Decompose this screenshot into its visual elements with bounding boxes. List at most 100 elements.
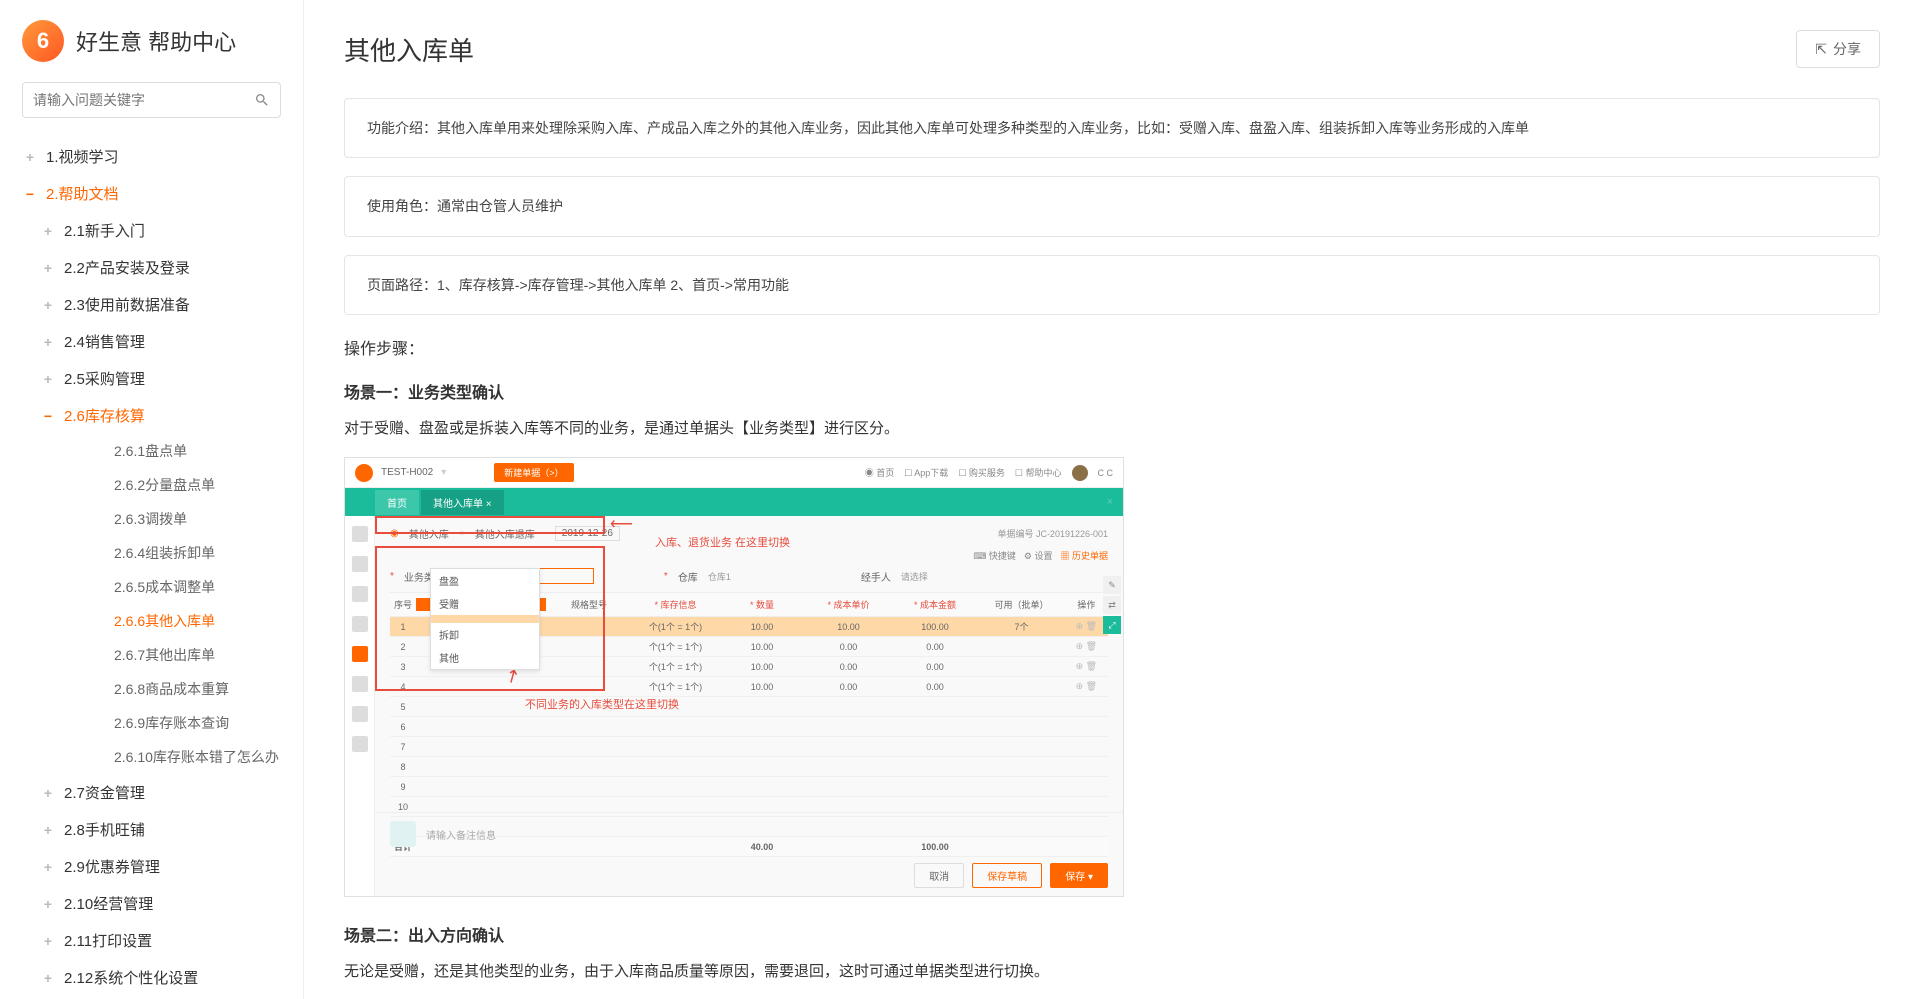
ss-avatar-icon — [1072, 465, 1088, 481]
ss-annotation-1: 入库、退货业务 在这里切换 — [655, 534, 790, 550]
ss-left-toolbar — [345, 516, 375, 896]
ss-logo-icon — [355, 464, 373, 482]
ss-lefticon-8 — [352, 736, 368, 752]
ss-tool-hotkey: ⌨ 快捷键 — [973, 549, 1016, 562]
share-icon: ⇱ — [1815, 41, 1827, 58]
scene2-text1: 无论是受赠，还是其他类型的业务，由于入库商品质量等原因，需要退回，这时可通过单据… — [344, 958, 1880, 985]
ss-remark-icon — [390, 821, 416, 847]
logo-area: 6 好生意 帮助中心 — [0, 20, 303, 82]
path-label: 页面路径： — [367, 277, 437, 293]
ss-th-amt: 成本金额 — [920, 600, 956, 610]
scene1-title: 场景一：业务类型确认 — [344, 379, 1880, 403]
ss-lefticon-1 — [352, 526, 368, 542]
ss-row-7: 7 — [390, 737, 1108, 757]
nav-2-6-10[interactable]: 2.6.10库存账本错了怎么办 — [54, 740, 303, 774]
logo-icon: 6 — [22, 20, 64, 62]
embedded-screenshot: TEST-H002 ▾ 新建单据（>） ◉ 首页 ☐ App下载 ☐ 购买服务 … — [344, 457, 1124, 897]
nav-2-6-8[interactable]: 2.6.8商品成本重算 — [54, 672, 303, 706]
ss-lefticon-3 — [352, 586, 368, 602]
ss-rbtn-3: ⤢ — [1103, 616, 1121, 634]
ss-username: C C — [1098, 468, 1114, 478]
ss-test-label: TEST-H002 — [381, 467, 433, 478]
ss-new-button: 新建单据（>） — [494, 463, 573, 482]
page-title: 其他入库单 — [344, 31, 474, 68]
nav-2-5[interactable]: +2.5采购管理 — [18, 360, 303, 397]
search-input[interactable] — [33, 92, 254, 108]
role-label: 使用角色： — [367, 198, 437, 214]
ss-dd-2: 受赠 — [431, 592, 539, 615]
ss-th-qty: 数量 — [756, 600, 774, 610]
scene1-text: 对于受赠、盘盈或是拆装入库等不同的业务，是通过单据头【业务类型】进行区分。 — [344, 415, 1880, 442]
ss-remark-placeholder: 请输入备注信息 — [426, 827, 496, 842]
scene2-title: 场景二：出入方向确认 — [344, 922, 1880, 946]
nav-2-2[interactable]: +2.2产品安装及登录 — [18, 249, 303, 286]
ss-lefticon-4 — [352, 616, 368, 632]
nav-2-6-6[interactable]: 2.6.6其他入库单 — [54, 604, 303, 638]
search-icon — [254, 92, 270, 108]
site-title: 好生意 帮助中心 — [76, 25, 236, 57]
nav-2-4[interactable]: +2.4销售管理 — [18, 323, 303, 360]
ss-billno: 单据编号 JC-20191226-001 — [997, 527, 1108, 540]
nav-2-6-7[interactable]: 2.6.7其他出库单 — [54, 638, 303, 672]
ss-nav-home: ◉ 首页 — [865, 466, 895, 479]
ss-lefticon-7 — [352, 706, 368, 722]
search-box[interactable] — [22, 82, 281, 118]
ss-tab-home: 首页 — [375, 490, 419, 515]
nav-2-6-5[interactable]: 2.6.5成本调整单 — [54, 570, 303, 604]
ss-annotation-2: 不同业务的入库类型在这里切换 — [525, 696, 679, 712]
nav-2-8[interactable]: +2.8手机旺铺 — [18, 811, 303, 848]
path-text: 1、库存核算->库存管理->其他入库单 2、首页->常用功能 — [437, 277, 789, 293]
ss-lefticon-2 — [352, 556, 368, 572]
ss-th-op: 操作 — [1065, 598, 1108, 611]
ss-nav-help: ☐ 帮助中心 — [1015, 466, 1062, 479]
nav-2-6-3[interactable]: 2.6.3调拨单 — [54, 502, 303, 536]
ss-dd-sel — [431, 615, 539, 623]
ss-btn-cancel: 取消 — [914, 863, 964, 888]
ss-row-8: 8 — [390, 757, 1108, 777]
ss-tool-settings: ⚙ 设置 — [1024, 549, 1053, 562]
nav-2-6-2[interactable]: 2.6.2分量盘点单 — [54, 468, 303, 502]
ss-th-stock: 库存信息 — [660, 600, 696, 610]
ss-lefticon-6 — [352, 676, 368, 692]
ss-row-9: 9 — [390, 777, 1108, 797]
ss-nav-buy: ☐ 购买服务 — [958, 466, 1005, 479]
nav-2-6-1[interactable]: 2.6.1盘点单 — [54, 434, 303, 468]
function-intro-box: 功能介绍：其他入库单用来处理除采购入库、产成品入库之外的其他入库业务，因此其他入… — [344, 98, 1880, 158]
nav-2-11[interactable]: +2.11打印设置 — [18, 922, 303, 959]
sidebar: 6 好生意 帮助中心 +1.视频学习 −2.帮助文档 +2.1新手入门 +2.2… — [0, 0, 304, 999]
main-content: 其他入库单 ⇱ 分享 功能介绍：其他入库单用来处理除采购入库、产成品入库之外的其… — [304, 0, 1920, 999]
role-text: 通常由仓管人员维护 — [437, 198, 563, 214]
nav-help-docs[interactable]: −2.帮助文档 — [0, 175, 303, 212]
nav-2-1[interactable]: +2.1新手入门 — [18, 212, 303, 249]
nav-2-9[interactable]: +2.9优惠券管理 — [18, 848, 303, 885]
ss-biztype-dropdown: 盘盈 受赠 拆卸 其他 — [430, 568, 540, 670]
ss-th-price: 成本单价 — [833, 600, 869, 610]
nav-2-6-9[interactable]: 2.6.9库存账本查询 — [54, 706, 303, 740]
ss-btn-draft: 保存草稿 — [972, 863, 1042, 888]
nav-2-12[interactable]: +2.12系统个性化设置 — [18, 959, 303, 996]
ss-dd-4: 其他 — [431, 646, 539, 669]
ss-rbtn-1: ✎ — [1103, 576, 1121, 594]
ss-btn-save: 保存 ▾ — [1050, 863, 1108, 888]
ss-lefticon-5 — [352, 646, 368, 662]
ss-tool-history: ▦ 历史单据 — [1060, 549, 1108, 562]
nav-2-6-4[interactable]: 2.6.4组装拆卸单 — [54, 536, 303, 570]
ss-right-toolbar: ✎ ⇄ ⤢ — [1103, 576, 1123, 634]
ss-row-6: 6 — [390, 717, 1108, 737]
function-intro-text: 其他入库单用来处理除采购入库、产成品入库之外的其他入库业务，因此其他入库单可处理… — [437, 120, 1529, 136]
steps-label: 操作步骤： — [344, 335, 1880, 359]
ss-lbl-warehouse: 仓库 — [678, 569, 698, 584]
function-intro-label: 功能介绍： — [367, 120, 437, 136]
ss-tab-current: 其他入库单 × — [421, 490, 504, 515]
ss-dd-1: 盘盈 — [431, 569, 539, 592]
nav-video-learning[interactable]: +1.视频学习 — [0, 138, 303, 175]
ss-tab-close-icon: × — [1097, 491, 1123, 513]
ss-lbl-operator: 经手人 — [861, 569, 891, 584]
nav-2-3[interactable]: +2.3使用前数据准备 — [18, 286, 303, 323]
share-button[interactable]: ⇱ 分享 — [1796, 30, 1880, 68]
nav-2-6[interactable]: −2.6库存核算 — [18, 397, 303, 434]
ss-nav-app: ☐ App下载 — [904, 466, 948, 479]
nav-2-10[interactable]: +2.10经营管理 — [18, 885, 303, 922]
role-box: 使用角色：通常由仓管人员维护 — [344, 176, 1880, 236]
nav-2-7[interactable]: +2.7资金管理 — [18, 774, 303, 811]
